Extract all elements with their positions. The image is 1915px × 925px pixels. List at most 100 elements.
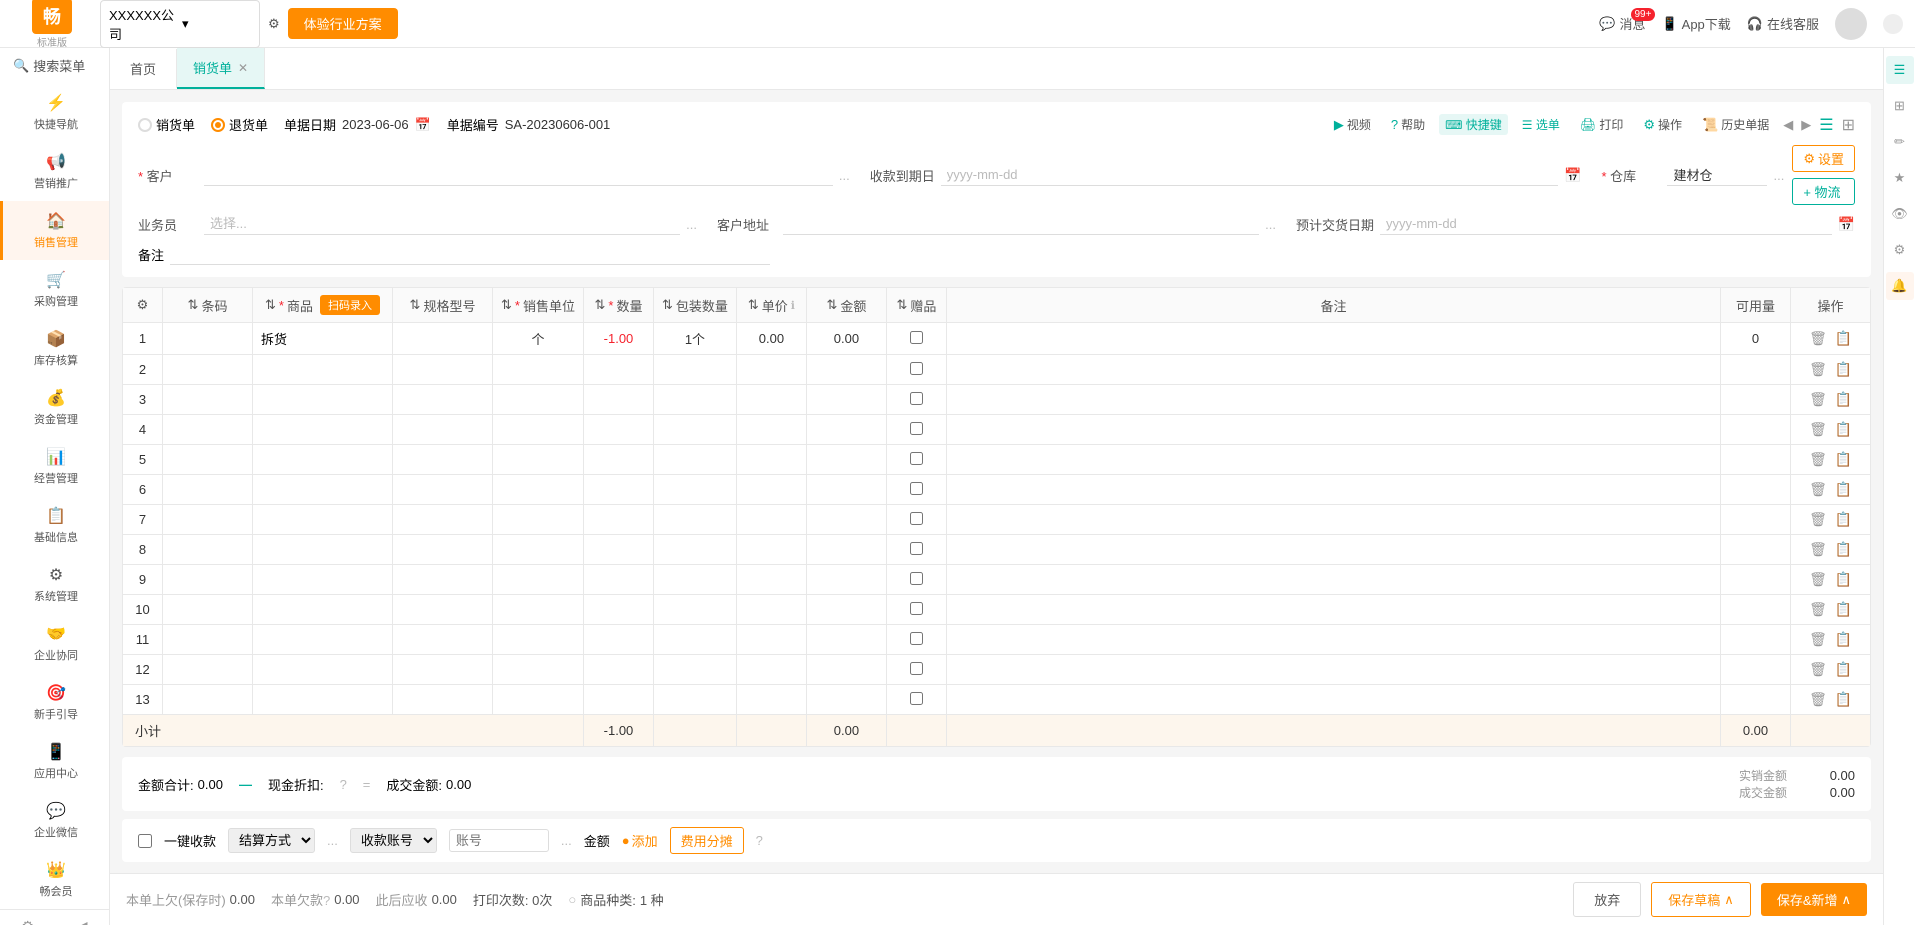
history-btn[interactable]: 📜历史单据 <box>1696 114 1775 135</box>
warehouse-input[interactable] <box>1667 164 1767 186</box>
cell-gift-10[interactable] <box>886 625 946 655</box>
cell-gift-7[interactable] <box>886 535 946 565</box>
cell-price-8[interactable] <box>736 565 806 595</box>
help-circle-icon[interactable]: ? <box>340 777 347 792</box>
cell-product-7[interactable] <box>253 535 393 565</box>
copy-icon-8[interactable]: 📋 <box>1834 571 1851 587</box>
sidebar-collapse-icon[interactable]: ◀ <box>77 918 88 925</box>
cell-price-1[interactable] <box>736 355 806 385</box>
cell-barcode-12[interactable] <box>163 685 253 715</box>
delete-icon-9[interactable]: 🗑 <box>1809 601 1827 617</box>
cell-gift-12[interactable] <box>886 685 946 715</box>
pay-date-input[interactable] <box>941 164 1558 186</box>
sidebar-settings-icon[interactable]: ⚙ <box>21 918 34 925</box>
cell-product-4[interactable] <box>253 445 393 475</box>
cell-price-4[interactable] <box>736 445 806 475</box>
cell-remark-3[interactable] <box>946 415 1720 445</box>
cell-barcode-6[interactable] <box>163 505 253 535</box>
cell-gift-2[interactable] <box>886 385 946 415</box>
cell-spec-6[interactable] <box>393 505 493 535</box>
sidebar-item-operation[interactable]: 📊 经营管理 <box>0 437 109 496</box>
right-panel-icon-2[interactable]: ⊞ <box>1886 92 1914 120</box>
cell-remark-9[interactable] <box>946 595 1720 625</box>
company-select[interactable]: XXXXXX公司 ▾ <box>100 0 260 48</box>
cell-gift-11[interactable] <box>886 655 946 685</box>
table-settings-icon[interactable]: ⚙ <box>137 297 149 312</box>
copy-icon-4[interactable]: 📋 <box>1834 451 1851 467</box>
copy-icon-9[interactable]: 📋 <box>1834 601 1851 617</box>
avatar-2[interactable] <box>1883 14 1903 34</box>
salesman-dots[interactable]: ... <box>686 217 697 232</box>
tab-sales-order[interactable]: 销货单 ✕ <box>177 48 265 89</box>
tab-close-icon[interactable]: ✕ <box>238 61 248 75</box>
delivery-date-input[interactable] <box>1380 213 1832 235</box>
trial-button[interactable]: 体验行业方案 <box>288 8 398 39</box>
cell-gift-0[interactable] <box>886 323 946 355</box>
delete-icon-5[interactable]: 🗑 <box>1809 481 1827 497</box>
app-download-button[interactable]: 📱 App下载 <box>1661 14 1730 33</box>
delete-icon-0[interactable]: 🗑 <box>1809 330 1827 346</box>
help-btn[interactable]: ?帮助 <box>1385 114 1431 135</box>
cell-spec-2[interactable] <box>393 385 493 415</box>
copy-icon-3[interactable]: 📋 <box>1834 421 1851 437</box>
cell-product-12[interactable] <box>253 685 393 715</box>
list-view-icon[interactable]: ☰ <box>1819 115 1833 135</box>
cell-qty-0[interactable]: -1.00 <box>583 323 653 355</box>
sidebar-item-collab[interactable]: 🤝 企业协同 <box>0 614 109 673</box>
cell-qty-5[interactable] <box>583 475 653 505</box>
delete-icon-10[interactable]: 🗑 <box>1809 631 1827 647</box>
cell-barcode-10[interactable] <box>163 625 253 655</box>
delivery-date-calendar-icon[interactable]: 📅 <box>1838 216 1855 233</box>
cell-gift-8[interactable] <box>886 565 946 595</box>
cell-gift-3[interactable] <box>886 415 946 445</box>
cell-remark-5[interactable] <box>946 475 1720 505</box>
cell-qty-11[interactable] <box>583 655 653 685</box>
cell-spec-10[interactable] <box>393 625 493 655</box>
cell-spec-1[interactable] <box>393 355 493 385</box>
save-draft-button[interactable]: 保存草稿 ∧ <box>1651 882 1751 917</box>
cell-price-10[interactable] <box>736 625 806 655</box>
customer-address-input[interactable] <box>783 213 1259 235</box>
cell-spec-0[interactable] <box>393 323 493 355</box>
expense-split-button[interactable]: 费用分摊 <box>670 827 744 854</box>
sidebar-item-sales[interactable]: 🏠 销售管理 <box>0 201 109 260</box>
cell-price-2[interactable] <box>736 385 806 415</box>
cell-barcode-2[interactable] <box>163 385 253 415</box>
one-click-pay-checkbox[interactable] <box>138 834 152 848</box>
sidebar-item-finance[interactable]: 💰 资金管理 <box>0 378 109 437</box>
copy-icon-11[interactable]: 📋 <box>1834 661 1851 677</box>
print-btn[interactable]: 🖨打印 <box>1574 114 1630 135</box>
cell-spec-12[interactable] <box>393 685 493 715</box>
cell-price-5[interactable] <box>736 475 806 505</box>
copy-icon-10[interactable]: 📋 <box>1834 631 1851 647</box>
right-panel-icon-5[interactable]: 👁 <box>1886 200 1914 228</box>
cell-remark-4[interactable] <box>946 445 1720 475</box>
cell-product-11[interactable] <box>253 655 393 685</box>
cell-remark-8[interactable] <box>946 565 1720 595</box>
cell-barcode-0[interactable] <box>163 323 253 355</box>
th-price-info-icon[interactable]: ℹ <box>791 299 795 312</box>
cell-barcode-8[interactable] <box>163 565 253 595</box>
cell-price-12[interactable] <box>736 685 806 715</box>
cell-spec-7[interactable] <box>393 535 493 565</box>
account-input[interactable] <box>449 829 549 852</box>
cell-qty-6[interactable] <box>583 505 653 535</box>
cell-qty-3[interactable] <box>583 415 653 445</box>
sidebar-item-guide[interactable]: 🎯 新手引导 <box>0 673 109 732</box>
radio-sales-order[interactable]: 销货单 <box>138 115 195 134</box>
grid-view-icon[interactable]: ⊞ <box>1842 115 1855 135</box>
cell-product-3[interactable] <box>253 415 393 445</box>
delete-icon-6[interactable]: 🗑 <box>1809 511 1827 527</box>
logistics-button[interactable]: + 物流 <box>1792 178 1855 205</box>
cell-qty-9[interactable] <box>583 595 653 625</box>
settlement-method-select[interactable]: 结算方式 <box>228 828 315 853</box>
cell-product-1[interactable] <box>253 355 393 385</box>
cell-remark-12[interactable] <box>946 685 1720 715</box>
copy-icon-0[interactable]: 📋 <box>1834 330 1851 346</box>
tab-home[interactable]: 首页 <box>110 49 177 88</box>
cell-barcode-3[interactable] <box>163 415 253 445</box>
salesman-input[interactable] <box>204 213 680 235</box>
copy-icon-2[interactable]: 📋 <box>1834 391 1851 407</box>
sidebar-item-inventory[interactable]: 📦 库存核算 <box>0 319 109 378</box>
sidebar-item-wechat[interactable]: 💬 企业微信 <box>0 791 109 850</box>
